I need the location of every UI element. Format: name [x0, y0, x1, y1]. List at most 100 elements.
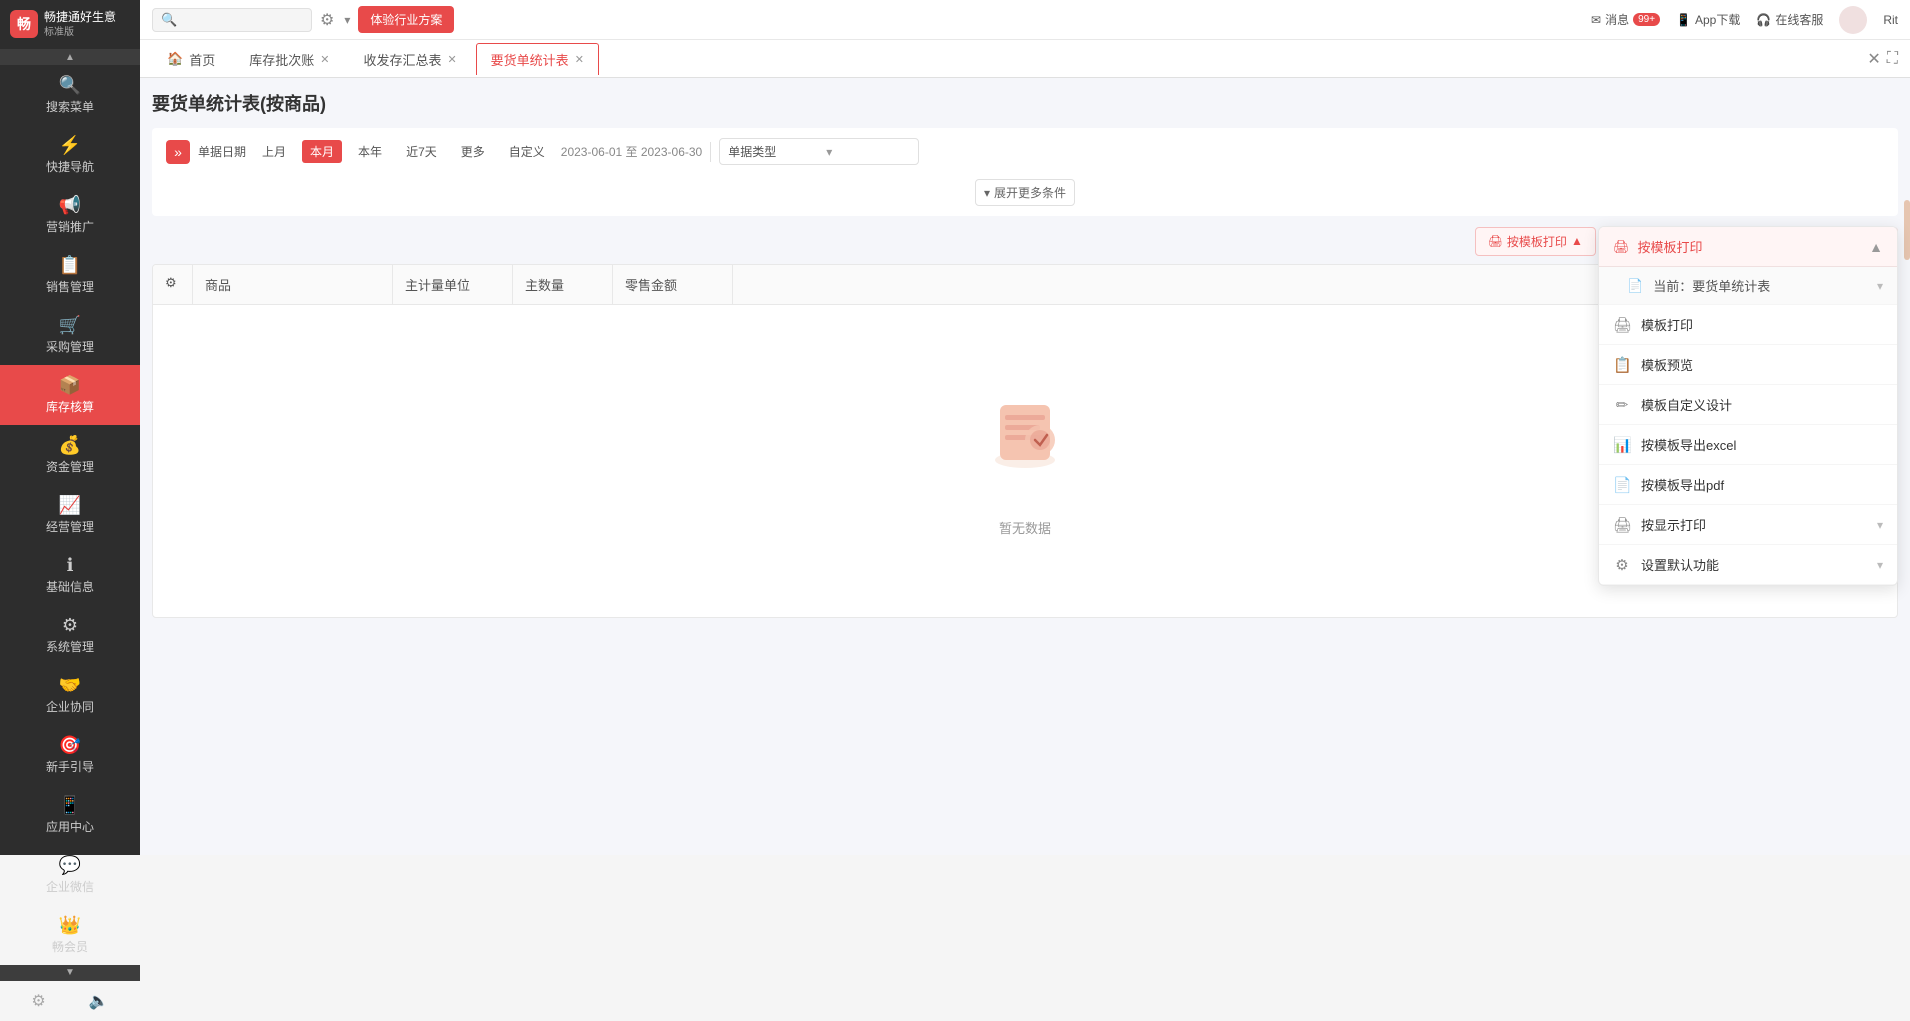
- print-icon: 🖨: [1488, 234, 1503, 248]
- app-icon: 📱: [1676, 13, 1691, 27]
- service-icon: 🎧: [1756, 13, 1771, 27]
- sidebar-item-member[interactable]: 👑 畅会员: [0, 905, 140, 965]
- display-print-arrow: ▾: [1877, 518, 1883, 532]
- sidebar-scroll-up[interactable]: ▲: [0, 50, 140, 65]
- dropdown-template-excel[interactable]: 📊 按模板导出excel: [1599, 425, 1897, 465]
- date-filter-label: 单据日期: [198, 143, 246, 160]
- phone-icon: 📱: [59, 795, 81, 816]
- tab-home[interactable]: 🏠 首页: [152, 43, 230, 75]
- user-name[interactable]: Rit: [1883, 13, 1898, 27]
- chart-icon: 📈: [59, 495, 81, 516]
- type-filter-select[interactable]: 单据类型 ▾: [719, 138, 919, 165]
- dropdown-template-preview[interactable]: 📋 模板预览: [1599, 345, 1897, 385]
- message-icon: ✉: [1591, 13, 1601, 27]
- tab-order-stats[interactable]: 要货单统计表 ✕: [476, 43, 599, 75]
- page-content: 要货单统计表(按商品) » 单据日期 上月 本月 本年 近7天 更多 自定义 2…: [140, 78, 1910, 855]
- col-settings[interactable]: ⚙: [153, 265, 193, 304]
- template-excel-label: 按模板导出excel: [1641, 435, 1736, 454]
- logo-text: 畅捷通好生意 标准版: [44, 10, 116, 39]
- dropdown-close-icon[interactable]: ▲: [1869, 239, 1883, 255]
- col-settings-icon[interactable]: ⚙: [165, 275, 177, 290]
- date-option-this-month[interactable]: 本月: [302, 140, 342, 163]
- sidebar-item-marketing[interactable]: 📢 营销推广: [0, 185, 140, 245]
- topbar-dropdown-icon[interactable]: ▾: [344, 13, 350, 27]
- date-option-custom[interactable]: 自定义: [501, 140, 553, 163]
- dropdown-current-template[interactable]: 📄 当前：要货单统计表 ▾: [1599, 267, 1897, 305]
- tab-bar: 🏠 首页 库存批次账 ✕ 收发存汇总表 ✕ 要货单统计表 ✕ ✕ ⛶: [140, 40, 1910, 78]
- megaphone-icon: 📢: [59, 195, 81, 216]
- template-design-label: 模板自定义设计: [1641, 395, 1732, 414]
- default-function-arrow: ▾: [1877, 558, 1883, 572]
- date-option-more[interactable]: 更多: [453, 140, 493, 163]
- dropdown-template-print[interactable]: 🖨 模板打印: [1599, 305, 1897, 345]
- topbar-search-box[interactable]: 🔍: [152, 8, 312, 32]
- tab-close-order-stats[interactable]: ✕: [575, 53, 584, 66]
- date-option-this-year[interactable]: 本年: [350, 140, 390, 163]
- date-range-text: 2023-06-01 至 2023-06-30: [561, 143, 702, 160]
- filter-separator: [710, 142, 711, 162]
- display-print-label: 按显示打印: [1641, 515, 1706, 534]
- online-service-button[interactable]: 🎧 在线客服: [1756, 11, 1823, 28]
- sidebar-scroll-down[interactable]: ▼: [0, 965, 140, 980]
- sidebar-item-label: 企业微信: [46, 878, 94, 895]
- box-icon: 📦: [59, 375, 81, 396]
- sidebar-bottom: ⚙ 🔈: [0, 980, 140, 1021]
- sidebar-item-label: 基础信息: [46, 578, 94, 595]
- sidebar-item-label: 畅会员: [52, 938, 88, 955]
- col-quantity: 主数量: [513, 265, 613, 304]
- sidebar-item-purchase[interactable]: 🛒 采购管理: [0, 305, 140, 365]
- dropdown-template-pdf[interactable]: 📄 按模板导出pdf: [1599, 465, 1897, 505]
- date-option-7days[interactable]: 近7天: [398, 140, 445, 163]
- sidebar-item-quicknav[interactable]: ⚡ 快捷导航: [0, 125, 140, 185]
- industry-solution-button[interactable]: 体验行业方案: [358, 6, 454, 33]
- expand-conditions-button[interactable]: ▾ 展开更多条件: [975, 179, 1075, 206]
- filter-expand-icon[interactable]: »: [166, 140, 190, 164]
- sidebar-item-newguide[interactable]: 🎯 新手引导: [0, 725, 140, 785]
- app-download-button[interactable]: 📱 App下载: [1676, 11, 1740, 28]
- sidebar-item-label: 库存核算: [46, 398, 94, 415]
- wechat-icon: 💬: [59, 855, 81, 876]
- scrollbar-thumb[interactable]: [1904, 200, 1910, 260]
- sidebar-item-label: 资金管理: [46, 458, 94, 475]
- tab-close-receipt-summary[interactable]: ✕: [447, 53, 456, 66]
- current-template-icon: 📄: [1627, 278, 1643, 294]
- display-print-icon: 🖨: [1613, 516, 1631, 534]
- tab-close-inventory-batch[interactable]: ✕: [320, 53, 329, 66]
- action-bar: 🖨 按模板打印 ▲ ↗ 导出 ↺ 刷新 ··· 查询 设置 🖨 按模板打印: [152, 226, 1898, 256]
- dropdown-template-design[interactable]: ✏ 模板自定义设计: [1599, 385, 1897, 425]
- page-title: 要货单统计表(按商品): [152, 90, 1898, 116]
- topbar-gear-icon[interactable]: ⚙: [320, 10, 334, 30]
- topbar-search-input[interactable]: [181, 13, 281, 27]
- dropdown-header: 🖨 按模板打印 ▲: [1599, 227, 1897, 267]
- tab-inventory-batch[interactable]: 库存批次账 ✕: [234, 43, 344, 75]
- dropdown-display-print[interactable]: 🖨 按显示打印 ▾: [1599, 505, 1897, 545]
- sidebar-item-system[interactable]: ⚙ 系统管理: [0, 605, 140, 665]
- sidebar-item-wechat[interactable]: 💬 企业微信: [0, 845, 140, 905]
- sidebar-item-operations[interactable]: 📈 经营管理: [0, 485, 140, 545]
- date-option-last-month[interactable]: 上月: [254, 140, 294, 163]
- sidebar-item-search[interactable]: 🔍 搜索菜单: [0, 65, 140, 125]
- tab-expand-icon[interactable]: ⛶: [1887, 50, 1898, 68]
- dropdown-default-function[interactable]: ⚙ 设置默认功能 ▾: [1599, 545, 1897, 585]
- sidebar-item-basic-info[interactable]: ℹ 基础信息: [0, 545, 140, 605]
- user-avatar[interactable]: [1839, 6, 1867, 34]
- logo-icon: 畅: [10, 10, 38, 38]
- sidebar: 畅 畅捷通好生意 标准版 ▲ 🔍 搜索菜单 ⚡ 快捷导航 📢 营销推广 📋 销售…: [0, 0, 140, 855]
- search-icon: 🔍: [59, 75, 81, 96]
- default-function-icon: ⚙: [1613, 556, 1631, 574]
- settings-bottom-icon[interactable]: ⚙: [31, 991, 45, 1011]
- print-template-button[interactable]: 🖨 按模板打印 ▲: [1475, 227, 1596, 256]
- handshake-icon: 🤝: [59, 675, 81, 696]
- sidebar-item-inventory[interactable]: 📦 库存核算: [0, 365, 140, 425]
- page-header: 要货单统计表(按商品): [152, 90, 1898, 116]
- sidebar-item-sales[interactable]: 📋 销售管理: [0, 245, 140, 305]
- audio-icon[interactable]: 🔈: [89, 991, 109, 1011]
- sidebar-item-label: 经营管理: [46, 518, 94, 535]
- print-dropdown: 🖨 按模板打印 ▲ 📄 当前：要货单统计表 ▾ 🖨 模板打印 📋: [1598, 226, 1898, 586]
- sidebar-item-enterprise[interactable]: 🤝 企业协同: [0, 665, 140, 725]
- tab-close-all-icon[interactable]: ✕: [1867, 49, 1880, 69]
- sidebar-item-appstore[interactable]: 📱 应用中心: [0, 785, 140, 845]
- tab-receipt-summary[interactable]: 收发存汇总表 ✕: [348, 43, 471, 75]
- messages-button[interactable]: ✉ 消息 99+: [1591, 11, 1660, 28]
- sidebar-item-finance[interactable]: 💰 资金管理: [0, 425, 140, 485]
